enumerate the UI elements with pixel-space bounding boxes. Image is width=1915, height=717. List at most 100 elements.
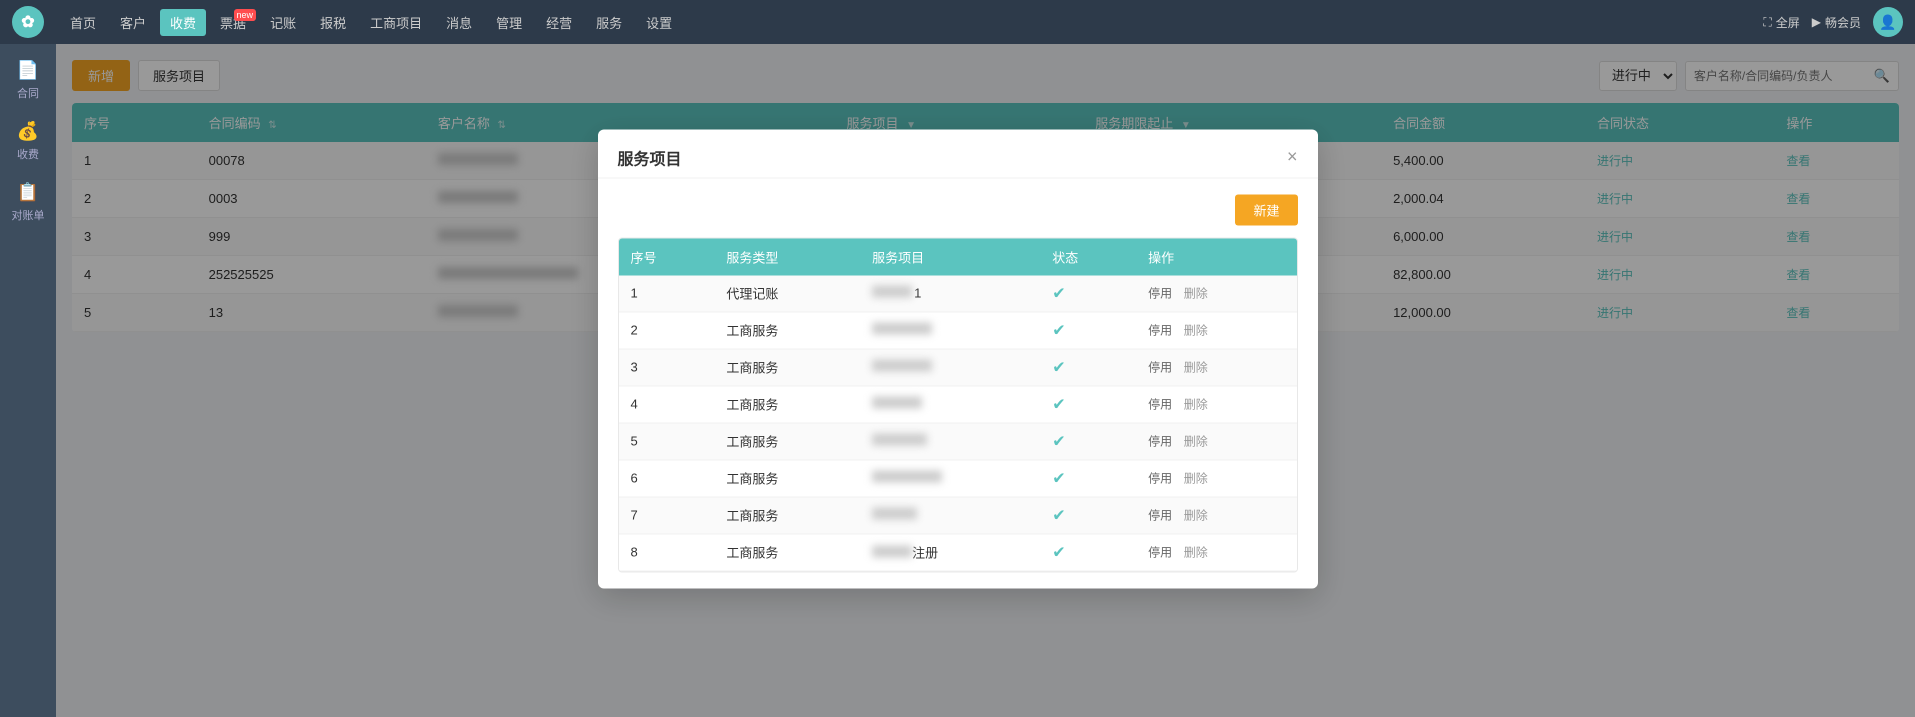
stop-button-4[interactable]: 停用 <box>1148 398 1172 412</box>
modal-cell-status: ✔ <box>1040 534 1136 571</box>
nav-item-operation[interactable]: 经营 <box>536 9 582 36</box>
nav-item-business[interactable]: 工商项目 <box>360 9 432 36</box>
avatar[interactable]: 👤 <box>1873 7 1903 37</box>
modal-cell-type: 工商服务 <box>714 497 860 534</box>
modal-cell-action: 停用 删除 <box>1136 275 1296 312</box>
top-nav: ✿ 首页 客户 收费 票据 new 记账 报税 工商项目 消息 管理 经营 服务… <box>0 0 1915 44</box>
stop-button-8[interactable]: 停用 <box>1148 546 1172 560</box>
modal-cell-action: 停用 删除 <box>1136 497 1296 534</box>
nav-item-settings[interactable]: 设置 <box>636 9 682 36</box>
modal-table-row: 6 工商服务 ✔ 停用 删除 <box>619 460 1297 497</box>
nav-item-bookkeeping[interactable]: 记账 <box>260 9 306 36</box>
modal-header: 服务项目 × <box>598 129 1318 178</box>
modal-cell-seq: 1 <box>619 275 715 312</box>
fullscreen-btn[interactable]: ⛶ 全屏 <box>1763 14 1799 31</box>
modal-cell-type: 代理记账 <box>714 275 860 312</box>
modal-cell-action: 停用 删除 <box>1136 534 1296 571</box>
modal-cell-status: ✔ <box>1040 275 1136 312</box>
nav-item-home[interactable]: 首页 <box>60 9 106 36</box>
modal-cell-type: 工商服务 <box>714 423 860 460</box>
delete-button-5[interactable]: 删除 <box>1184 435 1208 449</box>
modal-cell-item <box>860 497 1040 534</box>
modal-cell-action: 停用 删除 <box>1136 423 1296 460</box>
modal-cell-action: 停用 删除 <box>1136 386 1296 423</box>
modal-table-row: 4 工商服务 ✔ 停用 删除 <box>619 386 1297 423</box>
delete-button-1[interactable]: 删除 <box>1184 287 1208 301</box>
delete-button-3[interactable]: 删除 <box>1184 361 1208 375</box>
nav-item-invoice[interactable]: 票据 new <box>210 9 256 36</box>
modal-cell-item <box>860 423 1040 460</box>
sidebar-item-reconciliation[interactable]: 📋 对账单 <box>3 174 53 231</box>
modal-cell-item <box>860 349 1040 386</box>
modal-cell-type: 工商服务 <box>714 349 860 386</box>
modal-cell-status: ✔ <box>1040 460 1136 497</box>
nav-item-fee[interactable]: 收费 <box>160 9 206 36</box>
nav-items: 首页 客户 收费 票据 new 记账 报税 工商项目 消息 管理 经营 服务 设… <box>60 9 1763 36</box>
modal-cell-item <box>860 460 1040 497</box>
stop-button-7[interactable]: 停用 <box>1148 509 1172 523</box>
modal-cell-action: 停用 删除 <box>1136 460 1296 497</box>
nav-item-service[interactable]: 服务 <box>586 9 632 36</box>
stop-button-5[interactable]: 停用 <box>1148 435 1172 449</box>
stop-button-6[interactable]: 停用 <box>1148 472 1172 486</box>
nav-item-msg[interactable]: 消息 <box>436 9 482 36</box>
modal-th-item: 服务项目 <box>860 238 1040 275</box>
modal-table-row: 5 工商服务 ✔ 停用 删除 <box>619 423 1297 460</box>
logo: ✿ <box>12 6 44 38</box>
delete-button-8[interactable]: 删除 <box>1184 546 1208 560</box>
modal-th-seq: 序号 <box>619 238 715 275</box>
delete-button-4[interactable]: 删除 <box>1184 398 1208 412</box>
new-badge: new <box>234 9 257 21</box>
contract-icon: 📄 <box>17 60 39 81</box>
member-btn[interactable]: ▶ 畅会员 <box>1812 14 1861 31</box>
stop-button-1[interactable]: 停用 <box>1148 287 1172 301</box>
nav-item-client[interactable]: 客户 <box>110 9 156 36</box>
modal-table-row: 7 工商服务 ✔ 停用 删除 <box>619 497 1297 534</box>
modal-cell-action: 停用 删除 <box>1136 312 1296 349</box>
stop-button-2[interactable]: 停用 <box>1148 324 1172 338</box>
modal-cell-type: 工商服务 <box>714 386 860 423</box>
modal-cell-item: 注册 <box>860 534 1040 571</box>
modal-cell-seq: 8 <box>619 534 715 571</box>
modal-body: 新建 序号 服务类型 服务项目 状态 操作 <box>598 178 1318 588</box>
service-modal: 服务项目 × 新建 序号 服务类型 服务项目 状态 操作 <box>598 129 1318 588</box>
modal-cell-type: 工商服务 <box>714 460 860 497</box>
modal-cell-seq: 4 <box>619 386 715 423</box>
nav-right: ⛶ 全屏 ▶ 畅会员 👤 <box>1763 7 1903 37</box>
modal-cell-seq: 5 <box>619 423 715 460</box>
delete-button-2[interactable]: 删除 <box>1184 324 1208 338</box>
modal-new-button[interactable]: 新建 <box>1235 194 1297 225</box>
sidebar-item-contract[interactable]: 📄 合同 <box>3 52 53 109</box>
delete-button-7[interactable]: 删除 <box>1184 509 1208 523</box>
modal-cell-seq: 7 <box>619 497 715 534</box>
modal-cell-status: ✔ <box>1040 423 1136 460</box>
modal-cell-type: 工商服务 <box>714 534 860 571</box>
modal-cell-status: ✔ <box>1040 349 1136 386</box>
modal-table-row: 2 工商服务 ✔ 停用 删除 <box>619 312 1297 349</box>
modal-close-button[interactable]: × <box>1287 147 1298 168</box>
modal-service-table: 序号 服务类型 服务项目 状态 操作 1 代理记账 1 ✔ <box>619 238 1297 571</box>
nav-item-tax[interactable]: 报税 <box>310 9 356 36</box>
modal-title: 服务项目 <box>618 145 682 169</box>
modal-cell-seq: 2 <box>619 312 715 349</box>
sidebar-item-fee[interactable]: 💰 收费 <box>3 113 53 170</box>
reconciliation-icon: 📋 <box>17 182 39 203</box>
modal-th-action: 操作 <box>1136 238 1296 275</box>
modal-table-container: 序号 服务类型 服务项目 状态 操作 1 代理记账 1 ✔ <box>618 237 1298 572</box>
modal-cell-status: ✔ <box>1040 497 1136 534</box>
modal-cell-item <box>860 312 1040 349</box>
sidebar: 📄 合同 💰 收费 📋 对账单 <box>0 44 56 717</box>
modal-table-row: 8 工商服务 注册 ✔ 停用 删除 <box>619 534 1297 571</box>
modal-header-row: 序号 服务类型 服务项目 状态 操作 <box>619 238 1297 275</box>
modal-cell-item <box>860 386 1040 423</box>
modal-cell-status: ✔ <box>1040 386 1136 423</box>
modal-cell-seq: 3 <box>619 349 715 386</box>
delete-button-6[interactable]: 删除 <box>1184 472 1208 486</box>
modal-th-type: 服务类型 <box>714 238 860 275</box>
modal-cell-item: 1 <box>860 275 1040 312</box>
modal-cell-type: 工商服务 <box>714 312 860 349</box>
nav-item-manage[interactable]: 管理 <box>486 9 532 36</box>
modal-cell-status: ✔ <box>1040 312 1136 349</box>
modal-toolbar: 新建 <box>618 194 1298 225</box>
stop-button-3[interactable]: 停用 <box>1148 361 1172 375</box>
